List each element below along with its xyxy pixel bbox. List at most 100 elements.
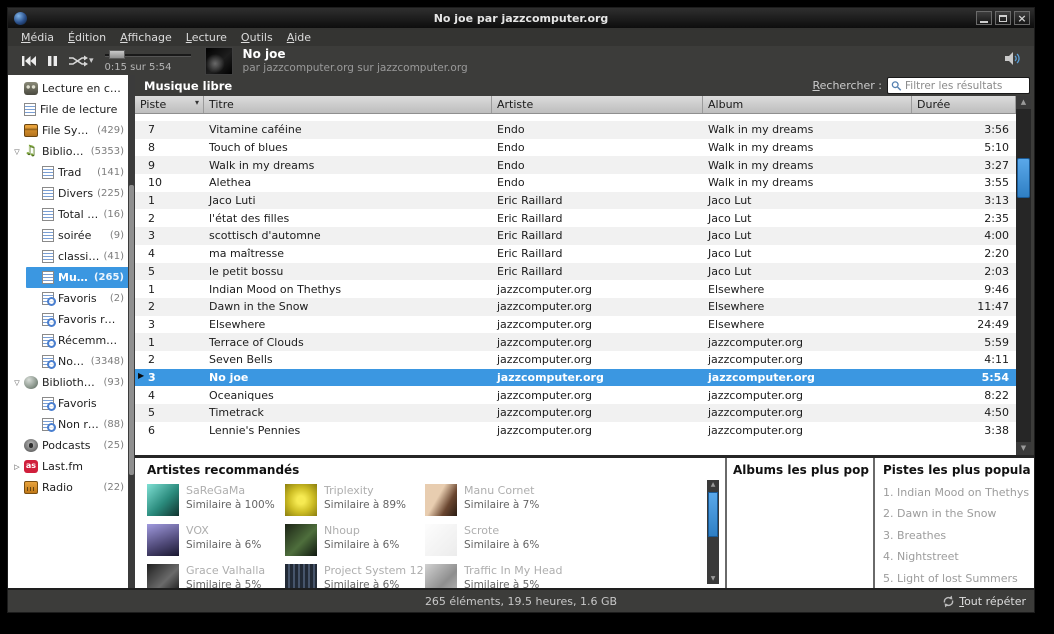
artist-name[interactable]: Manu Cornet (464, 484, 539, 497)
recommended-artist-vox[interactable]: VOX Similaire à 6% (147, 524, 285, 564)
table-row[interactable]: 1 Jaco Luti Eric Raillard Jaco Lut 3:13 (135, 191, 1016, 210)
table-row[interactable]: 3 scottisch d'automne Eric Raillard Jaco Lu… (135, 227, 1016, 245)
table-row[interactable]: 4 Oceaniques jazzcomputer.org jazzcomputer.… (135, 386, 1016, 404)
maximize-button[interactable] (995, 11, 1011, 25)
recommended-artist-manu-cornet[interactable]: Manu Cornet Similaire à 7% (425, 484, 703, 524)
recommendations-scrollbar[interactable]: ▲ ▼ (707, 480, 719, 584)
sidebar-item-podcasts[interactable]: Podcasts (25) (8, 435, 135, 456)
sidebar-item-divers[interactable]: Divers (225) (8, 183, 135, 204)
table-scrollbar[interactable]: ▲ ▼ (1016, 96, 1031, 455)
table-row[interactable]: ▶ 3 No joe jazzcomputer.org jazzcomputer.org… (135, 368, 1016, 387)
sidebar-item-favoris[interactable]: Favoris (8, 393, 135, 414)
table-row[interactable]: 6 Lennie's Pennies jazzcomputer.org jazzcom… (135, 421, 1016, 440)
sidebar-item-non-co[interactable]: Non éco…(3348) (8, 351, 135, 372)
sidebar-item-file-system[interactable]: File System…(429) (8, 120, 135, 141)
sidebar-item-r-cemment[interactable]: Récemment … (8, 330, 135, 351)
repeat-button[interactable]: Tout répéter (942, 595, 1026, 608)
table-row[interactable]: 5 le petit bossu Eric Raillard Jaco Lut 2:03 (135, 262, 1016, 281)
table-row[interactable]: 2 Seven Bells jazzcomputer.org jazzcomputer… (135, 350, 1016, 369)
reco-scroll-up-icon[interactable]: ▲ (707, 480, 719, 490)
column-header-album[interactable]: Album (703, 96, 912, 113)
recommended-artist-nhoup[interactable]: Nhoup Similaire à 6% (285, 524, 425, 564)
sidebar-item-file-de-lecture[interactable]: File de lecture (8, 99, 135, 120)
playing-indicator-icon (137, 265, 148, 278)
table-row[interactable]: 5 Timetrack jazzcomputer.org jazzcomputer.o… (135, 404, 1016, 422)
search-input[interactable] (902, 79, 1029, 92)
table-row[interactable]: 1 Terrace of Clouds jazzcomputer.org jazzco… (135, 333, 1016, 351)
recommended-artist-project-system-12[interactable]: Project System 12 Similaire à 6% (285, 564, 425, 588)
artist-name[interactable]: Scrote (464, 524, 539, 537)
sidebar-item-lecture-en-cours[interactable]: Lecture en cours (8, 78, 135, 99)
sidebar-item-favoris[interactable]: Favoris (2) (8, 288, 135, 309)
sidebar-item-biblioth-qu[interactable]: ▽ Bibliothèqu…(93) (8, 372, 135, 393)
minimize-button[interactable] (976, 11, 992, 25)
sidebar-item-biblioth-q[interactable]: ▽ Bibliothèq…(5353) (8, 141, 135, 162)
artist-name[interactable]: SaReGaMa (186, 484, 275, 497)
volume-button[interactable] (1004, 51, 1022, 70)
pause-button[interactable] (42, 50, 63, 72)
sidebar-item-soir-e[interactable]: soirée (9) (8, 225, 135, 246)
menu-dition[interactable]: Édition (61, 30, 113, 45)
sidebar-item-non-regar[interactable]: Non regar…(88) (8, 414, 135, 435)
sidebar-scroll-thumb[interactable] (129, 185, 134, 475)
popular-track-item[interactable]: 3. Breathes (883, 529, 1030, 542)
table-row[interactable]: 2 Dawn in the Snow jazzcomputer.org Elsewhe… (135, 297, 1016, 316)
table-row[interactable]: 9 Walk in my dreams Endo Walk in my dreams 3… (135, 156, 1016, 175)
close-button[interactable]: × (1014, 11, 1030, 25)
popular-track-item[interactable]: 2. Dawn in the Snow (883, 507, 1030, 520)
menu-aide[interactable]: Aide (280, 30, 318, 45)
menu-outils[interactable]: Outils (234, 30, 280, 45)
sidebar-item-radio[interactable]: Radio (22) (8, 477, 135, 498)
recommended-artist-saregama[interactable]: SaReGaMa Similaire à 100% (147, 484, 285, 524)
title-bar[interactable]: No joe par jazzcomputer.org × (8, 8, 1034, 28)
column-header-titre[interactable]: Titre (204, 96, 492, 113)
table-row[interactable]: 4 ma maîtresse Eric Raillard Jaco Lut 2:20 (135, 244, 1016, 263)
sidebar-item-total-fo-p[interactable]: Total Fo. p…(16) (8, 204, 135, 225)
previous-button[interactable] (16, 50, 42, 72)
sidebar-item-trad[interactable]: Trad (141) (8, 162, 135, 183)
recommended-artist-grace-valhalla[interactable]: Grace Valhalla Similaire à 5% (147, 564, 285, 588)
column-header-dur-e[interactable]: Durée (912, 96, 1016, 113)
popular-track-item[interactable]: 5. Light of lost Summers (883, 572, 1030, 585)
table-row[interactable]: 2 l'état des filles Eric Raillard Jaco Lut 2… (135, 209, 1016, 228)
recommended-artist-scrote[interactable]: Scrote Similaire à 6% (425, 524, 703, 564)
recommended-artist-traffic-in-my-head[interactable]: Traffic In My Head Similaire à 5% (425, 564, 703, 588)
seek-slider[interactable] (104, 49, 191, 60)
menu-affichage[interactable]: Affichage (113, 30, 179, 45)
sidebar-item-classique[interactable]: classique(41) (8, 246, 135, 267)
shuffle-button[interactable]: ▾ (63, 50, 99, 72)
table-scroll-thumb[interactable] (1017, 158, 1030, 198)
expander-icon[interactable]: ▽ (10, 148, 24, 156)
table-row[interactable]: 1 Indian Mood on Thethys jazzcomputer.org E… (135, 280, 1016, 298)
artist-name[interactable]: Triplexity (324, 484, 406, 497)
reco-scroll-down-icon[interactable]: ▼ (707, 574, 719, 584)
seek-handle[interactable] (108, 49, 125, 59)
search-box[interactable] (887, 77, 1030, 94)
menu-m-dia[interactable]: Média (14, 30, 61, 45)
artist-name[interactable]: VOX (186, 524, 261, 537)
scroll-down-icon[interactable]: ▼ (1016, 442, 1031, 455)
table-row[interactable]: 3 Elsewhere jazzcomputer.org Elsewhere 24:49 (135, 315, 1016, 334)
sidebar-scrollbar[interactable] (128, 75, 135, 588)
table-row[interactable]: 8 Touch of blues Endo Walk in my dreams 5:10 (135, 138, 1016, 157)
expander-icon[interactable]: ▽ (10, 379, 24, 387)
reco-scroll-thumb[interactable] (708, 492, 718, 537)
artist-name[interactable]: Grace Valhalla (186, 564, 265, 577)
sidebar-item-last-fm[interactable]: ▷ Last.fm (8, 456, 135, 477)
popular-track-item[interactable]: 1. Indian Mood on Thethys (883, 486, 1030, 499)
sidebar-item-favoris-r-cents[interactable]: Favoris récents (8, 309, 135, 330)
sidebar-item-musiq[interactable]: Musiq…(265) (26, 267, 135, 288)
shuffle-dropdown-icon[interactable]: ▾ (89, 56, 94, 66)
column-header-artiste[interactable]: Artiste (492, 96, 703, 113)
artist-name[interactable]: Traffic In My Head (464, 564, 563, 577)
table-row[interactable]: 7 Vitamine caféine Endo Walk in my dreams 3:… (135, 121, 1016, 139)
artist-name[interactable]: Project System 12 (324, 564, 424, 577)
popular-track-item[interactable]: 4. Nightstreet (883, 550, 1030, 563)
expander-icon[interactable]: ▷ (10, 463, 24, 471)
column-header-piste[interactable]: Piste ▾ (135, 96, 204, 113)
table-row[interactable]: 10 Alethea Endo Walk in my dreams 3:55 (135, 174, 1016, 192)
artist-name[interactable]: Nhoup (324, 524, 399, 537)
menu-lecture[interactable]: Lecture (179, 30, 234, 45)
recommended-artist-triplexity[interactable]: Triplexity Similaire à 89% (285, 484, 425, 524)
scroll-up-icon[interactable]: ▲ (1016, 96, 1031, 109)
